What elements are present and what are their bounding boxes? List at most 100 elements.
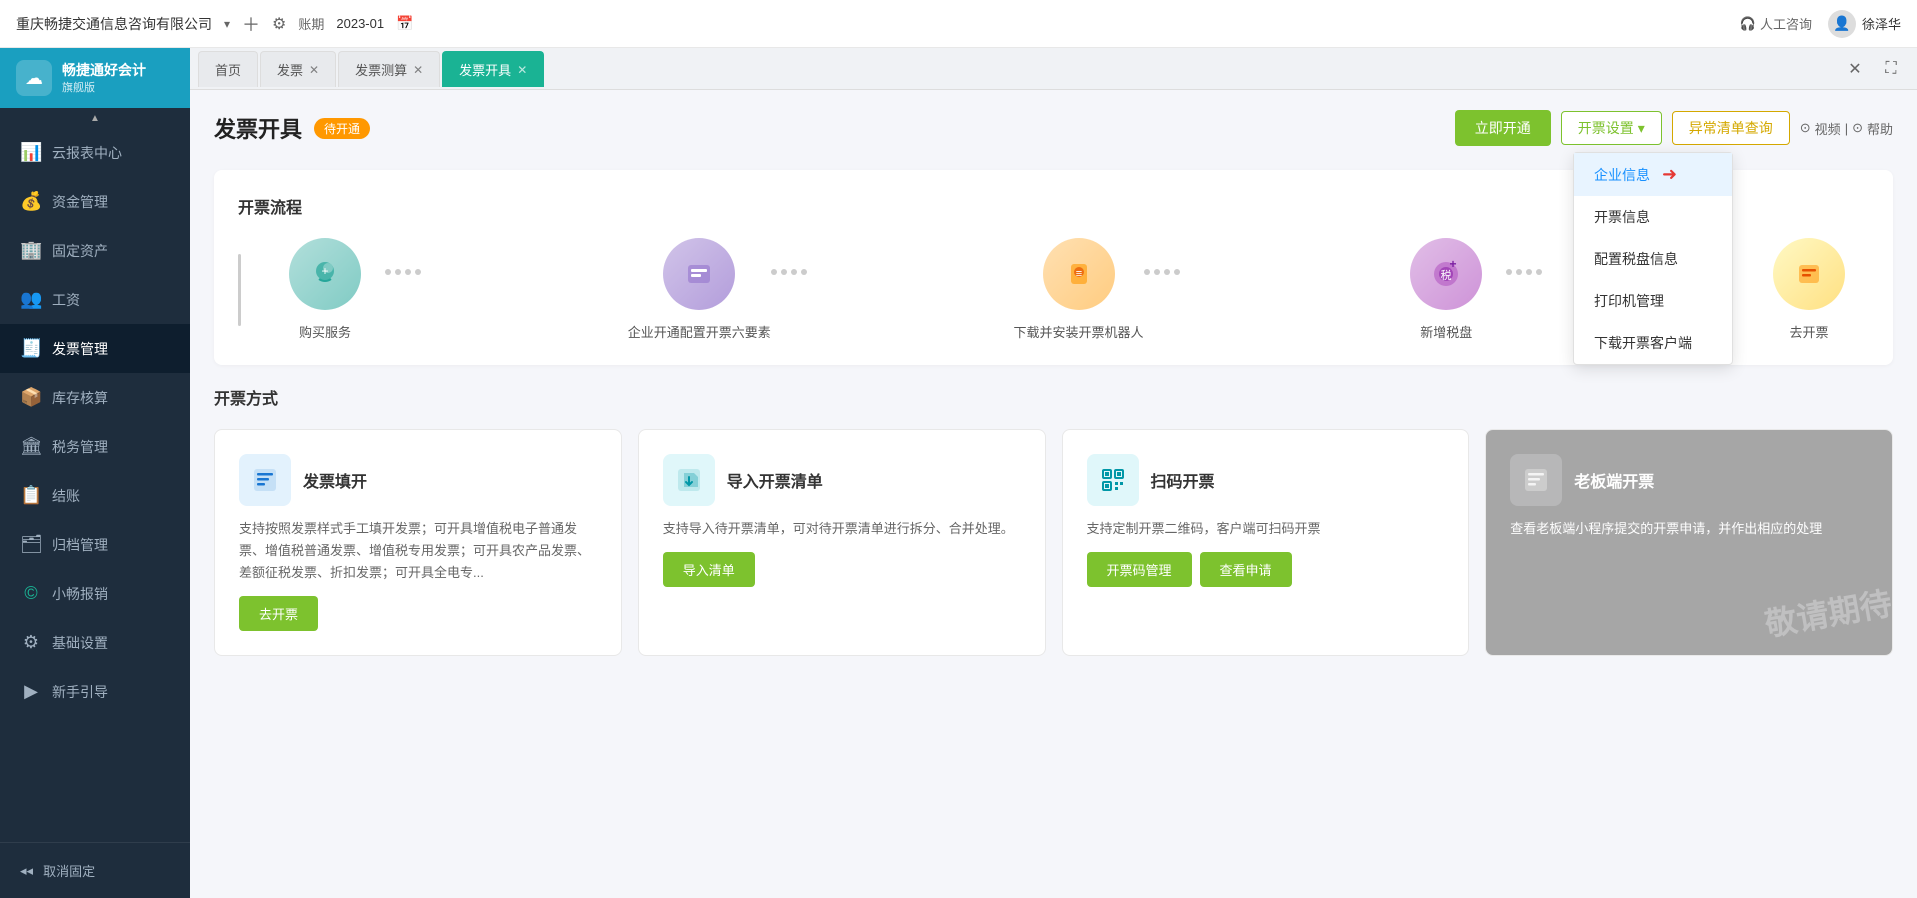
copyright-icon: ©	[20, 583, 42, 604]
sidebar-item-label: 工资	[52, 290, 80, 310]
sidebar-item-guidang[interactable]: 🗂 归档管理	[0, 520, 190, 569]
sidebar-item-gongzi[interactable]: 👥 工资	[0, 275, 190, 324]
settings-icon[interactable]: ⚙	[272, 14, 286, 34]
flow-step-buy: + 购买服务	[265, 238, 385, 341]
sidebar-logo: ☁ 畅捷通好会计 旗舰版	[0, 48, 190, 108]
avatar: 👤	[1828, 10, 1856, 38]
method-card-fill: 发票填开 支持按照发票样式手工填开发票；可开具增值税电子普通发票、增值税普通发票…	[214, 429, 622, 656]
tab-home[interactable]: 首页	[198, 51, 258, 87]
help-button[interactable]: ⊙ 视频 | ⊙ 帮助	[1800, 119, 1893, 138]
sidebar-item-label: 发票管理	[52, 339, 108, 359]
boss-invoice-icon	[1510, 454, 1562, 506]
import-list-button[interactable]: 导入清单	[663, 552, 755, 587]
scroll-up-button[interactable]: ▲	[0, 108, 190, 128]
sidebar-item-yunbao[interactable]: 📊 云报表中心	[0, 128, 190, 177]
flow-step-label: 去开票	[1790, 322, 1829, 341]
sidebar-item-label: 新手引导	[52, 682, 108, 702]
consult-button[interactable]: 🎧 人工咨询	[1740, 14, 1812, 33]
page-actions: 立即开通 开票设置 ▾ 异常清单查询 ⊙ 视频 | ⊙ 帮助	[1455, 110, 1893, 146]
building-icon: 🏢	[20, 240, 42, 261]
tab-close-fapiao[interactable]: ✕	[309, 63, 319, 77]
sidebar-item-label: 税务管理	[52, 437, 108, 457]
tab-fapiao[interactable]: 发票 ✕	[260, 51, 336, 87]
method-desc: 查看老板端小程序提交的开票申请，并作出相应的处理	[1510, 518, 1868, 540]
sidebar-item-label: 结账	[52, 486, 80, 506]
method-title: 发票填开	[303, 468, 367, 492]
sidebar-item-zijin[interactable]: 💰 资金管理	[0, 177, 190, 226]
sidebar-item-xiaochang[interactable]: © 小畅报销	[0, 569, 190, 618]
tab-fapiao-kaiju[interactable]: 发票开具 ✕	[442, 51, 544, 87]
activate-button[interactable]: 立即开通	[1455, 110, 1551, 146]
sidebar-item-label: 云报表中心	[52, 143, 122, 163]
scan-buttons: 开票码管理 查看申请	[1087, 552, 1445, 587]
clipboard-icon: 📋	[20, 485, 42, 506]
flow-connector-1	[385, 269, 628, 275]
svg-text:≡: ≡	[1075, 268, 1081, 280]
dropdown-item-company-info[interactable]: 企业信息 ➜	[1574, 153, 1732, 196]
sidebar-item-xinshou[interactable]: ▶ 新手引导	[0, 667, 190, 716]
sidebar-item-jichushezhi[interactable]: ⚙ 基础设置	[0, 618, 190, 667]
methods-section: 开票方式	[214, 385, 1893, 656]
tab-close-cesuan[interactable]: ✕	[413, 63, 423, 77]
user-info[interactable]: 👤 徐泽华	[1828, 10, 1901, 38]
dropdown-item-printer[interactable]: 打印机管理	[1574, 280, 1732, 322]
sidebar-item-shuiwu[interactable]: 🏛 税务管理	[0, 422, 190, 471]
sidebar-item-fapiao[interactable]: 🧾 发票管理	[0, 324, 190, 373]
import-invoice-icon	[663, 454, 715, 506]
settings-button[interactable]: 开票设置 ▾	[1561, 111, 1662, 145]
scan-manage-button[interactable]: 开票码管理	[1087, 552, 1192, 587]
flow-step-download: ≡ 下载并安装开票机器人	[1014, 238, 1144, 341]
tax-icon: 🏛	[20, 436, 42, 457]
period-label: 账期	[298, 14, 324, 33]
dropdown-item-tax-disk[interactable]: 配置税盘信息	[1574, 238, 1732, 280]
calendar-icon[interactable]: 📅	[396, 15, 413, 32]
maximize-button[interactable]: ⛶	[1877, 55, 1905, 83]
page-header: 发票开具 待开通 立即开通 开票设置 ▾ 异常清单查询 ⊙ 视频 | ⊙	[214, 110, 1893, 146]
settings-dropdown: 企业信息 ➜ 开票信息 配置税盘信息 打印机管理 下	[1573, 152, 1733, 365]
flow-connector-3	[1144, 269, 1387, 275]
company-name: 重庆畅捷交通信息咨询有限公司	[16, 14, 212, 34]
tab-close-kaiju[interactable]: ✕	[517, 63, 527, 77]
anomaly-button[interactable]: 异常清单查询	[1672, 111, 1790, 145]
method-card-scan: 扫码开票 支持定制开票二维码，客户端可扫码开票 开票码管理 查看申请	[1062, 429, 1470, 656]
tab-bar: 首页 发票 ✕ 发票测算 ✕ 发票开具 ✕ ✕ ⛶	[190, 48, 1917, 90]
sidebar-item-gudingzichan[interactable]: 🏢 固定资产	[0, 226, 190, 275]
flow-step-configure: 企业开通配置开票六要素	[628, 238, 771, 341]
sidebar-item-label: 固定资产	[52, 241, 108, 261]
sidebar-item-kucun[interactable]: 📦 库存核算	[0, 373, 190, 422]
methods-section-title: 开票方式	[214, 385, 1893, 409]
add-icon[interactable]: ＋	[242, 11, 260, 37]
gear-icon: ⚙	[20, 632, 42, 653]
sidebar-item-label: 小畅报销	[52, 584, 108, 604]
method-title: 扫码开票	[1151, 468, 1215, 492]
chevron-down-icon[interactable]: ▾	[224, 17, 230, 31]
fill-invoice-icon	[239, 454, 291, 506]
method-card-header: 扫码开票	[1087, 454, 1445, 506]
close-tab-button[interactable]: ✕	[1841, 55, 1869, 83]
tab-fapiao-cesuan[interactable]: 发票测算 ✕	[338, 51, 440, 87]
view-apply-button[interactable]: 查看申请	[1200, 552, 1292, 587]
configure-icon	[663, 238, 735, 310]
receipt-icon: 🧾	[20, 338, 42, 359]
methods-grid: 发票填开 支持按照发票样式手工填开发票；可开具增值税电子普通发票、增值税普通发票…	[214, 429, 1893, 656]
dropdown-item-invoice-info[interactable]: 开票信息	[1574, 196, 1732, 238]
dropdown-item-download-client[interactable]: 下载开票客户端	[1574, 322, 1732, 364]
flow-step-add-disk: 税 + 新增税盘	[1386, 238, 1506, 341]
sidebar-item-jiezhang[interactable]: 📋 结账	[0, 471, 190, 520]
box-icon: 📦	[20, 387, 42, 408]
flow-connector-2	[771, 269, 1014, 275]
flow-step-go-invoice: 去开票	[1749, 238, 1869, 341]
scan-invoice-icon	[1087, 454, 1139, 506]
logo-text: 畅捷通好会计	[62, 61, 146, 79]
method-card-header: 老板端开票	[1510, 454, 1868, 506]
flow-step-label: 购买服务	[299, 322, 351, 341]
unpin-button[interactable]: ◂◂ 取消固定	[0, 851, 190, 890]
svg-text:+: +	[1450, 257, 1457, 271]
method-title: 导入开票清单	[727, 468, 823, 492]
page-content: 发票开具 待开通 立即开通 开票设置 ▾ 异常清单查询 ⊙ 视频 | ⊙	[190, 90, 1917, 898]
tax-disk-icon: 税 +	[1410, 238, 1482, 310]
fill-invoice-button[interactable]: 去开票	[239, 596, 318, 631]
method-desc: 支持按照发票样式手工填开发票；可开具增值税电子普通发票、增值税普通发票、增值税专…	[239, 518, 597, 584]
play-icon: ▶	[20, 681, 42, 702]
chevron-down-icon: ▾	[1638, 120, 1645, 137]
